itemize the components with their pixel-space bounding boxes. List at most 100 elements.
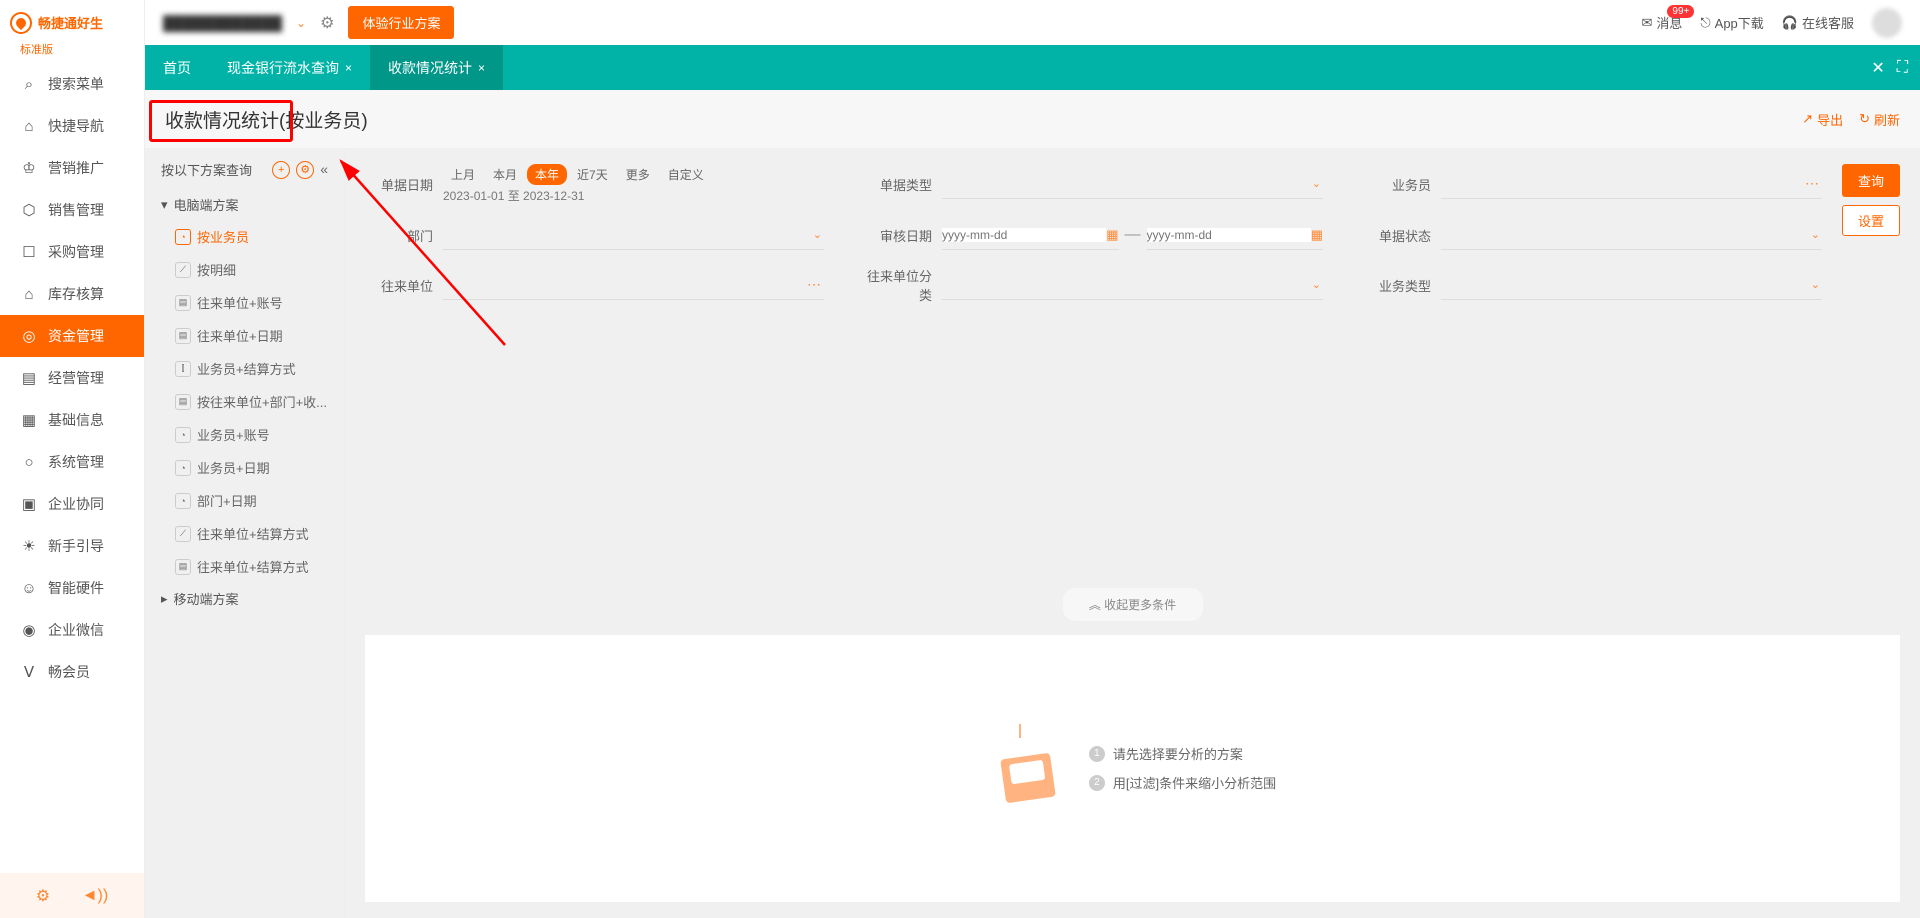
tab-收款情况统计[interactable]: 收款情况统计 × (370, 45, 503, 90)
audit-date-from[interactable] (942, 228, 1106, 242)
scheme-item[interactable]: ▤按往来单位+部门+收... (145, 385, 344, 418)
scheme-item[interactable]: ◔业务员+日期 (145, 451, 344, 484)
nav-item-经营管理[interactable]: ▤经营管理 (0, 357, 144, 399)
nav-item-畅会员[interactable]: Ⅴ畅会员 (0, 651, 144, 693)
close-icon[interactable]: × (478, 61, 485, 75)
scheme-item-label: 业务员+结算方式 (197, 359, 296, 378)
add-scheme-icon[interactable]: + (272, 161, 290, 179)
sound-icon[interactable]: ◄)) (82, 887, 109, 905)
fullscreen-icon[interactable]: ⛶ (1897, 59, 1908, 77)
nav-item-销售管理[interactable]: ⬡销售管理 (0, 189, 144, 231)
message-icon: ✉ (1641, 15, 1652, 31)
calendar-icon[interactable]: ▦ (1106, 227, 1118, 243)
tab-首页[interactable]: 首页 (145, 45, 209, 90)
date-chip-自定义[interactable]: 自定义 (660, 164, 712, 185)
filter-salesperson[interactable]: 业务员 ⋯ (1363, 164, 1822, 204)
scheme-item[interactable]: ⟋按明细 (145, 253, 344, 286)
scheme-item[interactable]: ⟋往来单位+结算方式 (145, 517, 344, 550)
nav-label: 系统管理 (48, 452, 104, 472)
scheme-item[interactable]: ◔业务员+账号 (145, 418, 344, 451)
filter-partner[interactable]: 往来单位 ⋯ (365, 266, 824, 304)
filter-bill-status[interactable]: 单据状态 ⌄ (1363, 220, 1822, 250)
scheme-item[interactable]: ◔部门+日期 (145, 484, 344, 517)
topbar: ████████████ ⌄ ⚙ 体验行业方案 ✉ 消息 99+ ⎋ App下载… (145, 0, 1920, 45)
nav-item-营销推广[interactable]: ♔营销推广 (0, 147, 144, 189)
result-area: 1请先选择要分析的方案 2用[过滤]条件来缩小分析范围 (365, 635, 1900, 903)
nav-item-企业协同[interactable]: ▣企业协同 (0, 483, 144, 525)
nav-label: 企业协同 (48, 494, 104, 514)
query-button[interactable]: 查询 (1842, 164, 1900, 197)
filter-bill-type[interactable]: 单据类型 ⌄ (864, 164, 1323, 204)
nav-item-企业微信[interactable]: ◉企业微信 (0, 609, 144, 651)
nav-item-资金管理[interactable]: ◎资金管理 (0, 315, 144, 357)
scheme-item-label: 业务员+日期 (197, 458, 270, 477)
nav-item-快捷导航[interactable]: ⌂快捷导航 (0, 105, 144, 147)
nav-item-库存核算[interactable]: ⌂库存核算 (0, 273, 144, 315)
nav-label: 基础信息 (48, 410, 104, 430)
scheme-item[interactable]: ▤往来单位+日期 (145, 319, 344, 352)
refresh-button[interactable]: ↻刷新 (1859, 110, 1900, 129)
scheme-item[interactable]: ⫿业务员+结算方式 (145, 352, 344, 385)
nav-item-智能硬件[interactable]: ☺智能硬件 (0, 567, 144, 609)
export-button[interactable]: ↗导出 (1802, 110, 1843, 129)
online-service-link[interactable]: 🎧 在线客服 (1782, 13, 1854, 32)
salesperson-input[interactable] (1441, 176, 1822, 191)
gear-icon[interactable]: ⚙ (36, 886, 50, 906)
experience-button[interactable]: 体验行业方案 (348, 6, 454, 39)
date-chip-更多[interactable]: 更多 (618, 164, 658, 185)
collapse-filters-button[interactable]: ︽ 收起更多条件 (1063, 588, 1203, 621)
chevron-down-icon[interactable]: ⌄ (296, 16, 306, 30)
tab-现金银行流水查询[interactable]: 现金银行流水查询× (209, 45, 370, 90)
date-chip-近7天[interactable]: 近7天 (569, 164, 616, 185)
settings-scheme-icon[interactable]: ⚙ (296, 161, 314, 179)
biz-type-input[interactable] (1441, 277, 1822, 292)
filter-partner-category[interactable]: 往来单位分类 ⌄ (864, 266, 1323, 304)
nav-item-新手引导[interactable]: ☀ 新手引导 (0, 525, 144, 567)
nav-icon: ☀ (20, 537, 38, 555)
date-chip-本年[interactable]: 本年 (527, 164, 567, 185)
scheme-item[interactable]: ▤往来单位+账号 (145, 286, 344, 319)
export-icon: ↗ (1802, 111, 1813, 127)
scheme-item-label: 往来单位+结算方式 (197, 557, 309, 576)
nav-item-搜索菜单[interactable]: ⌕搜索菜单 (0, 63, 144, 105)
filter-biz-type[interactable]: 业务类型 ⌄ (1363, 266, 1822, 304)
date-chip-本月[interactable]: 本月 (485, 164, 525, 185)
tab-label: 收款情况统计 (388, 58, 472, 78)
partner-category-input[interactable] (942, 277, 1323, 292)
caret-icon: ▾ (161, 197, 168, 213)
nav-item-采购管理[interactable]: ☐采购管理 (0, 231, 144, 273)
nav-item-系统管理[interactable]: ○系统管理 (0, 441, 144, 483)
scheme-item-icon: ▤ (175, 328, 191, 344)
bill-type-input[interactable] (942, 176, 1323, 191)
app-download-link[interactable]: ⎋ App下载 (1700, 13, 1763, 32)
gear-icon[interactable]: ⚙ (320, 13, 334, 33)
audit-date-to[interactable] (1147, 228, 1311, 242)
org-name[interactable]: ████████████ (163, 15, 282, 31)
nav-label: 营销推广 (48, 158, 104, 178)
messages-link[interactable]: ✉ 消息 99+ (1641, 13, 1682, 32)
calendar-icon[interactable]: ▦ (1311, 227, 1323, 243)
close-all-icon[interactable]: ✕ (1871, 58, 1884, 78)
close-icon[interactable]: × (345, 61, 352, 75)
partner-input[interactable] (443, 277, 824, 292)
page-header: 收款情况统计(按业务员) ↗导出 ↻刷新 (145, 90, 1920, 148)
date-chip-上月[interactable]: 上月 (443, 164, 483, 185)
nav-label: 新手引导 (48, 536, 104, 556)
nav-item-基础信息[interactable]: ▦基础信息 (0, 399, 144, 441)
bill-status-input[interactable] (1441, 227, 1822, 242)
settings-button[interactable]: 设置 (1842, 205, 1900, 236)
department-input[interactable] (443, 227, 824, 242)
avatar[interactable] (1872, 8, 1902, 38)
nav-label: 快捷导航 (48, 116, 104, 136)
scheme-item[interactable]: ▤往来单位+结算方式 (145, 550, 344, 583)
filter-department[interactable]: 部门 ⌄ (365, 220, 824, 250)
scheme-group[interactable]: ▸移动端方案 (145, 583, 344, 614)
chevron-down-icon: ⌄ (1811, 278, 1820, 291)
scheme-item-icon: ▤ (175, 295, 191, 311)
more-icon: ⋯ (807, 276, 822, 293)
scheme-item-label: 按往来单位+部门+收... (197, 392, 327, 411)
filter-audit-date: 审核日期 ▦ — ▦ (864, 220, 1323, 250)
scheme-group[interactable]: ▾电脑端方案 (145, 189, 344, 220)
collapse-panel-icon[interactable]: « (320, 161, 328, 179)
scheme-item[interactable]: ◔按业务员 (145, 220, 344, 253)
